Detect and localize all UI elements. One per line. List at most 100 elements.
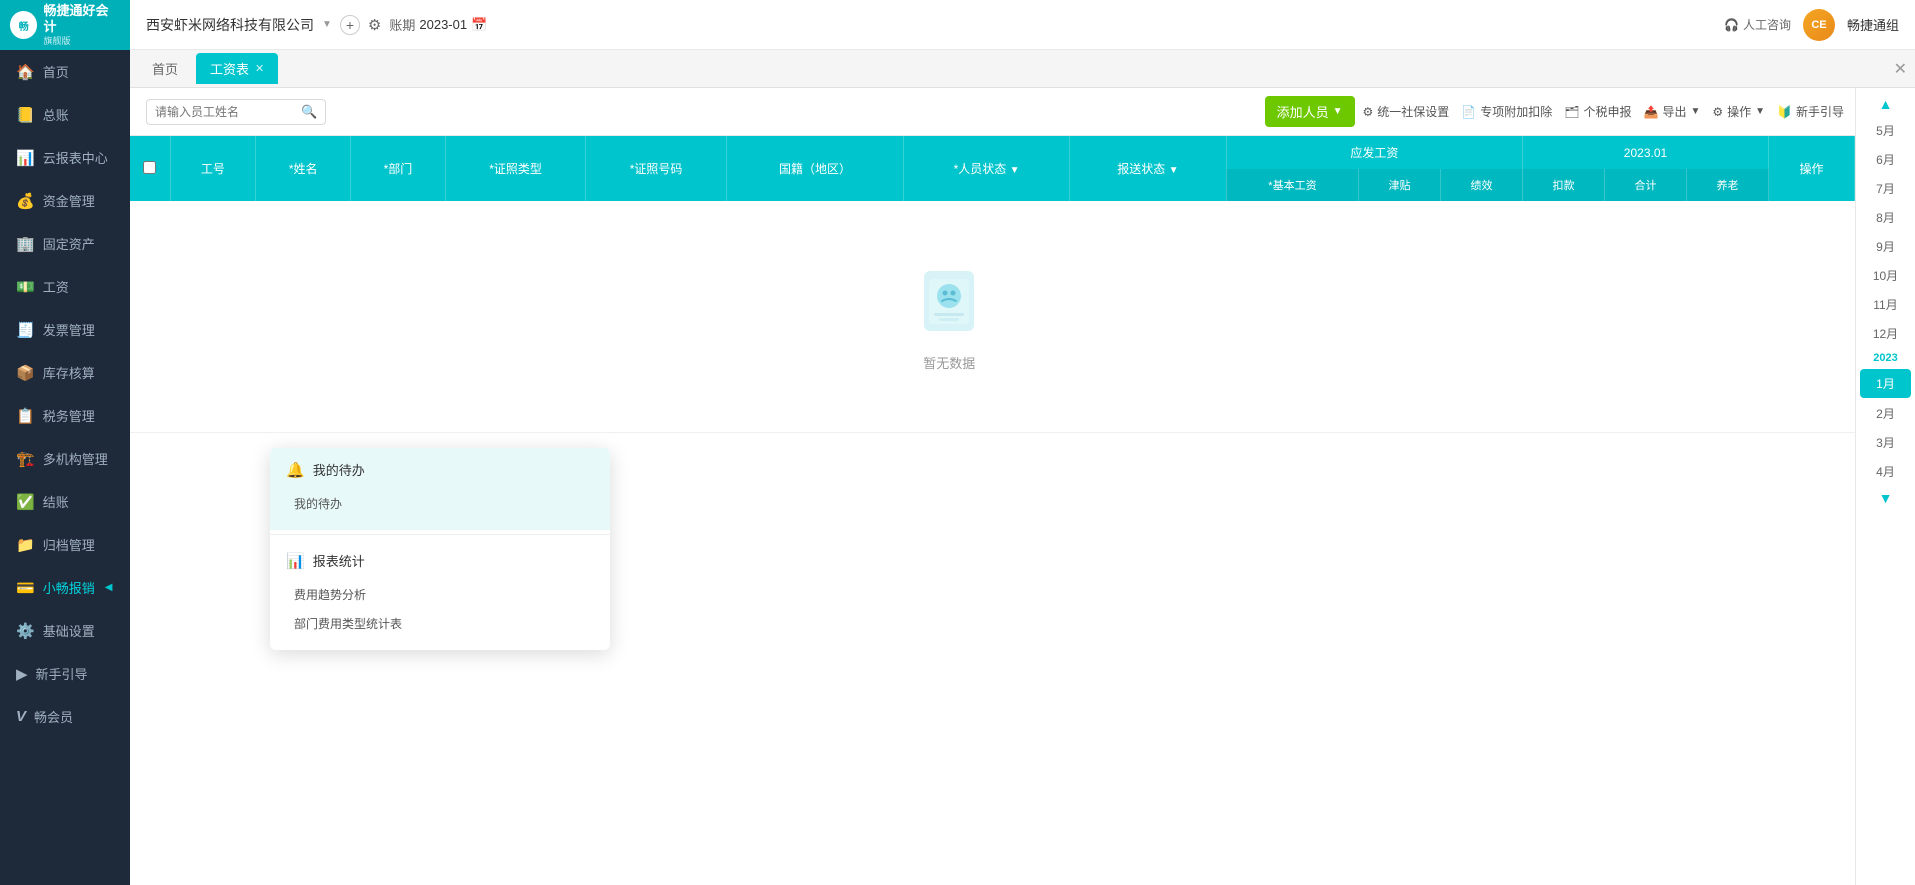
tab-close-icon[interactable]: ✕ [255, 62, 264, 75]
dropdown-arrow-icon: ▼ [1333, 106, 1343, 117]
guide-button[interactable]: 🔰 新手引导 [1777, 103, 1844, 120]
sidebar-item-assets[interactable]: 🏢 固定资产 [0, 222, 130, 265]
period-label: 账期 [389, 15, 415, 34]
th-name: *姓名 [256, 136, 351, 201]
month-item[interactable]: 2月 [1856, 399, 1915, 428]
add-person-button[interactable]: 添加人员 ▼ [1265, 96, 1355, 127]
empty-text: 暂无数据 [923, 353, 975, 372]
month-item[interactable]: 12月 [1856, 319, 1915, 348]
month-item[interactable]: 9月 [1856, 232, 1915, 261]
th-nationality: 国籍（地区） [726, 136, 903, 201]
sidebar-item-multi-org[interactable]: 🏗️ 多机构管理 [0, 437, 130, 480]
sidebar-item-home[interactable]: 🏠 首页 [0, 50, 130, 93]
sidebar-logo: 畅 畅捷通好会计 旗舰版 [0, 0, 130, 50]
customer-service-button[interactable]: 🎧 人工咨询 [1724, 16, 1791, 33]
guide-icon: ▶ [16, 665, 28, 683]
month-item[interactable]: 4月 [1856, 457, 1915, 486]
sidebar-item-expense[interactable]: 💳 小畅报销 ◀ [0, 566, 130, 609]
headset-icon: 🎧 [1724, 18, 1739, 32]
company-settings-icon[interactable]: ⚙ [368, 16, 381, 34]
operations-button[interactable]: ⚙ 操作 ▼ [1712, 103, 1765, 120]
settings-icon: ⚙️ [16, 622, 35, 640]
th-id-no: *证照号码 [586, 136, 727, 201]
month-item[interactable]: 11月 [1856, 290, 1915, 319]
popup-item-my-todo[interactable]: 我的待办 [286, 489, 594, 518]
inventory-icon: 📦 [16, 364, 35, 382]
sidebar-item-label: 工资 [43, 277, 69, 296]
company-name: 西安虾米网络科技有限公司 [146, 15, 314, 35]
sidebar-item-ledger[interactable]: 📒 总账 [0, 93, 130, 136]
sidebar-item-label: 畅会员 [34, 707, 73, 726]
social-insurance-icon: ⚙ [1363, 105, 1374, 119]
sidebar-item-invoice[interactable]: 🧾 发票管理 [0, 308, 130, 351]
popup-item-cost-trend[interactable]: 费用趋势分析 [286, 580, 594, 609]
operations-arrow-icon: ▼ [1755, 106, 1765, 117]
month-nav-down[interactable]: ▼ [1875, 486, 1897, 510]
sidebar-item-label: 基础设置 [43, 621, 95, 640]
month-item[interactable]: 5月 [1856, 116, 1915, 145]
popup-section-report: 📊 报表统计 费用趋势分析 部门费用类型统计表 [270, 539, 610, 650]
sidebar-item-label: 固定资产 [43, 234, 95, 253]
sidebar-item-label: 归档管理 [43, 535, 95, 554]
popup-section-todo: 🔔 我的待办 我的待办 [270, 448, 610, 530]
sidebar-item-archive[interactable]: 📁 归档管理 [0, 523, 130, 566]
month-nav-up[interactable]: ▲ [1875, 92, 1897, 116]
th-status: *人员状态 ▼ [904, 136, 1070, 201]
logo-icon: 畅 [10, 11, 37, 39]
month-item[interactable]: 6月 [1856, 145, 1915, 174]
expense-icon: 💳 [16, 579, 35, 597]
popup-item-dept-cost[interactable]: 部门费用类型统计表 [286, 609, 594, 638]
expand-icon: ◀ [105, 582, 113, 593]
export-button[interactable]: 📤 导出 ▼ [1644, 103, 1701, 120]
month-item[interactable]: 8月 [1856, 203, 1915, 232]
export-icon: 📤 [1644, 105, 1659, 119]
sidebar-item-closing[interactable]: ✅ 结账 [0, 480, 130, 523]
status-filter-icon[interactable]: ▼ [1010, 165, 1020, 176]
sidebar-item-label: 首页 [43, 62, 69, 81]
period-value: 2023-01 [419, 17, 467, 32]
table-row: 暂无数据 [130, 201, 1855, 433]
company-dropdown-icon[interactable]: ▼ [322, 19, 332, 30]
select-all-checkbox[interactable] [143, 161, 156, 174]
close-panel-icon[interactable]: ✕ [1894, 59, 1907, 79]
member-icon: V [16, 708, 26, 725]
th-employee-no: 工号 [170, 136, 256, 201]
sidebar-item-guide[interactable]: ▶ 新手引导 [0, 652, 130, 695]
submit-filter-icon[interactable]: ▼ [1169, 165, 1179, 176]
salary-table: 工号 *姓名 *部门 *证照类型 *证照号码 国籍（地区） *人员状态 ▼ 报送… [130, 136, 1855, 433]
tab-salary[interactable]: 工资表 ✕ [196, 53, 278, 84]
year-2023-label: 2023 [1873, 348, 1897, 368]
sidebar-item-cloud-report[interactable]: 📊 云报表中心 [0, 136, 130, 179]
assets-icon: 🏢 [16, 235, 35, 253]
month-item[interactable]: 10月 [1856, 261, 1915, 290]
sidebar-item-label: 库存核算 [43, 363, 95, 382]
search-input[interactable] [155, 105, 295, 119]
sidebar-item-inventory[interactable]: 📦 库存核算 [0, 351, 130, 394]
ledger-icon: 📒 [16, 106, 35, 124]
tab-home[interactable]: 首页 [138, 53, 192, 84]
sidebar-item-tax[interactable]: 📋 税务管理 [0, 394, 130, 437]
th-deduction: 扣款 [1523, 169, 1605, 201]
sidebar-item-salary[interactable]: 💵 工资 [0, 265, 130, 308]
invoice-icon: 🧾 [16, 321, 35, 339]
salary-icon: 💵 [16, 278, 35, 296]
user-avatar: CE [1803, 9, 1835, 41]
month-item[interactable]: 7月 [1856, 174, 1915, 203]
export-arrow-icon: ▼ [1690, 106, 1700, 117]
sidebar-item-settings[interactable]: ⚙️ 基础设置 [0, 609, 130, 652]
cloud-report-icon: 📊 [16, 149, 35, 167]
tax-report-button[interactable]: 🗂 个税申报 [1564, 103, 1631, 120]
special-deduction-button[interactable]: 📄 专项附加扣除 [1461, 103, 1552, 120]
calendar-icon[interactable]: 📅 [471, 17, 487, 33]
month-current[interactable]: 1月 [1860, 369, 1911, 398]
search-icon[interactable]: 🔍 [301, 104, 317, 120]
month-item[interactable]: 3月 [1856, 428, 1915, 457]
archive-icon: 📁 [16, 536, 35, 554]
sidebar-item-member[interactable]: V 畅会员 [0, 695, 130, 738]
sidebar-item-fund[interactable]: 💰 资金管理 [0, 179, 130, 222]
multi-org-icon: 🏗️ [16, 450, 35, 468]
logo-title: 畅捷通好会计 [43, 3, 120, 34]
tax-icon: 📋 [16, 407, 35, 425]
add-company-button[interactable]: + [340, 15, 360, 35]
social-insurance-button[interactable]: ⚙ 统一社保设置 [1363, 103, 1450, 120]
